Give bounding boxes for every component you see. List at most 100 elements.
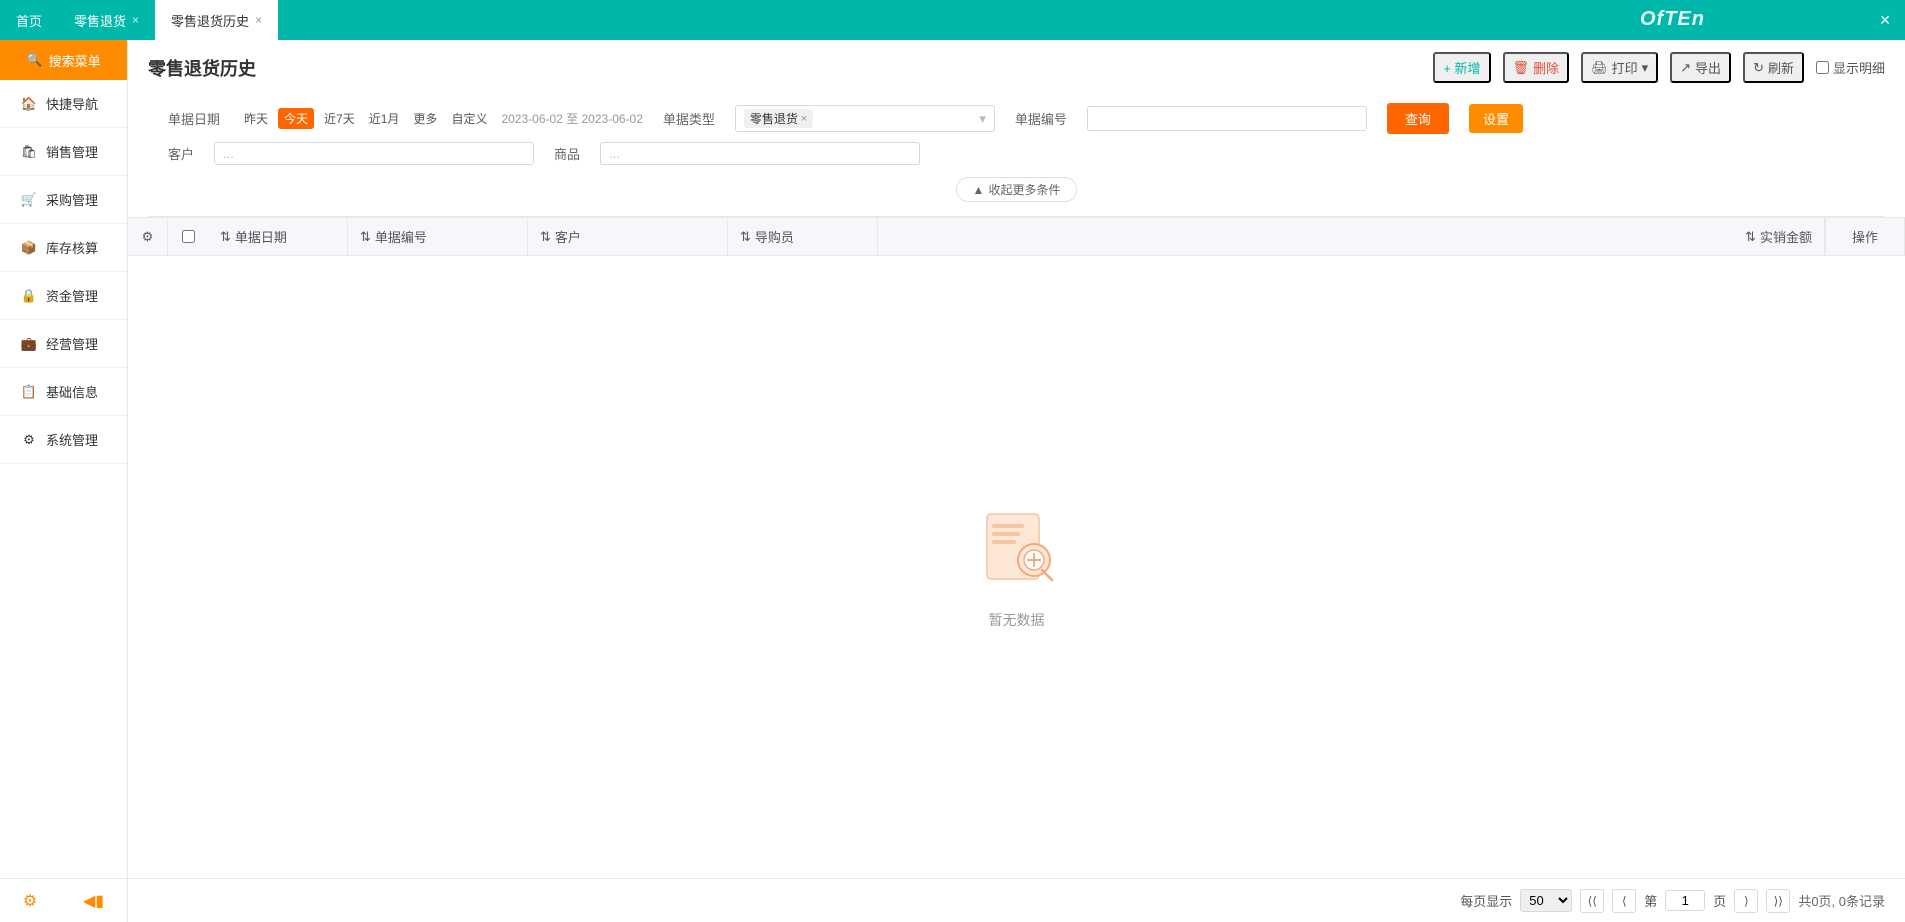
show-detail-checkbox-label[interactable]: 显示明细 [1816, 58, 1885, 77]
settings-icon: ⚙ [20, 431, 38, 449]
delete-icon: 🗑 [1513, 60, 1530, 76]
export-button[interactable]: ↗ 导出 [1670, 52, 1731, 83]
filter-area: 单据日期 昨天 今天 近7天 近1月 更多 自定义 2023-06-02 至 2… [148, 93, 1885, 217]
tab-label: 零售退货历史 [171, 11, 249, 30]
settings-button[interactable]: 设置 [1469, 104, 1523, 133]
sidebar-item-quick-nav[interactable]: 🏠 快捷导航 [0, 80, 127, 128]
page-title: 零售退货历史 [148, 55, 256, 81]
goods-placeholder: ... [609, 146, 620, 161]
sidebar-item-purchase-mgmt[interactable]: 🛒 采购管理 [0, 176, 127, 224]
sidebar-item-label: 采购管理 [46, 190, 98, 209]
page-number-input[interactable] [1665, 890, 1705, 911]
sidebar-item-system[interactable]: ⚙ 系统管理 [0, 416, 127, 464]
voucher-type-tag: 零售退货 × [744, 109, 813, 128]
window-close-button[interactable]: × [1865, 0, 1905, 40]
th-num-sort-icon: ⇅ [360, 229, 371, 245]
next-page-button[interactable]: ⟩ [1734, 889, 1758, 913]
sidebar-item-label: 销售管理 [46, 142, 98, 161]
date-filter-group: 昨天 今天 近7天 近1月 更多 自定义 2023-06-02 至 2023-0… [240, 108, 643, 129]
date-btn-7days[interactable]: 近7天 [320, 108, 359, 129]
date-filter-label: 单据日期 [168, 109, 220, 128]
export-icon: ↗ [1680, 60, 1691, 76]
home-icon: 🏠 [20, 95, 38, 113]
date-range-display: 2023-06-02 至 2023-06-02 [501, 110, 642, 127]
collapse-button[interactable]: ▲ 收起更多条件 [956, 177, 1078, 202]
pagination: 每页显示 10 20 50 100 ⟨⟨ ⟨ 第 页 ⟩ ⟩⟩ 共0页, 0条记… [128, 878, 1905, 922]
th-number[interactable]: ⇅ 单据编号 [348, 218, 528, 255]
collapse-arrow-icon: ▲ [973, 183, 985, 197]
th-amount[interactable]: ⇅ 实销金额 [878, 218, 1825, 255]
sidebar-menu: 🏠 快捷导航 🛍 销售管理 🛒 采购管理 📦 库存核算 🔒 资金管理 💼 经营管… [0, 80, 127, 878]
sidebar-item-label: 资金管理 [46, 286, 98, 305]
sidebar-item-finance[interactable]: 🔒 资金管理 [0, 272, 127, 320]
customer-select[interactable]: ... [214, 142, 534, 165]
collapse-label: 收起更多条件 [988, 181, 1060, 198]
voucher-type-tag-close[interactable]: × [801, 113, 807, 125]
th-customer-sort-icon: ⇅ [540, 229, 551, 245]
th-amount-sort-icon: ⇅ [1745, 229, 1756, 245]
sidebar-bottom: ⚙ ◀▮ [0, 878, 127, 922]
empty-illustration [972, 504, 1062, 594]
sidebar-item-label: 经营管理 [46, 334, 98, 353]
column-settings-icon: ⚙ [142, 229, 154, 245]
date-btn-1month[interactable]: 近1月 [365, 108, 404, 129]
last-page-button[interactable]: ⟩⟩ [1766, 889, 1790, 913]
cart-icon: 🛒 [20, 191, 38, 209]
tab-retail-return[interactable]: 零售退货× [58, 0, 155, 40]
th-settings[interactable]: ⚙ [128, 218, 168, 255]
th-operation: 操作 [1825, 218, 1905, 255]
content-area: 零售退货历史 + 新增 🗑 删除 🖨 打印 ▾ ↗ 导出 [128, 40, 1905, 922]
th-guide-sort-icon: ⇅ [740, 229, 751, 245]
query-button[interactable]: 查询 [1387, 103, 1449, 134]
date-btn-more[interactable]: 更多 [409, 108, 441, 129]
voucher-number-input[interactable] [1087, 106, 1367, 131]
date-btn-custom[interactable]: 自定义 [447, 108, 491, 129]
th-checkbox[interactable] [168, 218, 208, 255]
lock-icon: 🔒 [20, 287, 38, 305]
date-btn-today[interactable]: 今天 [278, 108, 314, 129]
collapse-row: ▲ 收起更多条件 [168, 173, 1865, 206]
settings-icon[interactable]: ⚙ [23, 891, 37, 911]
sidebar-item-label: 基础信息 [46, 382, 98, 401]
show-detail-checkbox[interactable] [1816, 61, 1829, 74]
per-page-select[interactable]: 10 20 50 100 [1520, 889, 1572, 912]
sidebar-item-operations[interactable]: 💼 经营管理 [0, 320, 127, 368]
table-header: ⚙ ⇅ 单据日期 ⇅ 单据编号 ⇅ 客户 ⇅ [128, 218, 1905, 256]
customer-label: 客户 [168, 144, 194, 163]
th-date[interactable]: ⇅ 单据日期 [208, 218, 348, 255]
tab-retail-return-history[interactable]: 零售退货历史 × [155, 0, 278, 40]
tab-label: 首页 [16, 11, 42, 30]
page-label: 第 [1644, 891, 1657, 910]
sidebar-item-sales-mgmt[interactable]: 🛍 销售管理 [0, 128, 127, 176]
th-guide[interactable]: ⇅ 导购员 [728, 218, 878, 255]
audio-icon[interactable]: ◀▮ [83, 891, 104, 911]
delete-button[interactable]: 🗑 删除 [1503, 52, 1570, 83]
sidebar-item-inventory[interactable]: 📦 库存核算 [0, 224, 127, 272]
per-page-label: 每页显示 [1460, 891, 1512, 910]
refresh-button[interactable]: ↻ 刷新 [1743, 52, 1804, 83]
tab-close-retail-return-history[interactable]: × [255, 13, 262, 27]
top-bar: 首页零售退货×零售退货历史× OfTEn × [0, 0, 1905, 40]
tab-home[interactable]: 首页 [0, 0, 58, 40]
main-layout: 🔍 搜索菜单 🏠 快捷导航 🛍 销售管理 🛒 采购管理 📦 库存核算 🔒 资金管… [0, 40, 1905, 922]
select-all-checkbox[interactable] [182, 230, 195, 243]
new-button[interactable]: + 新增 [1433, 52, 1490, 83]
sidebar-item-basic-info[interactable]: 📋 基础信息 [0, 368, 127, 416]
filter-row-1: 单据日期 昨天 今天 近7天 近1月 更多 自定义 2023-06-02 至 2… [168, 103, 1865, 134]
voucher-type-label: 单据类型 [663, 109, 715, 128]
first-page-button[interactable]: ⟨⟨ [1580, 889, 1604, 913]
sidebar-item-label: 快捷导航 [46, 94, 98, 113]
table-icon: 📋 [20, 383, 38, 401]
warehouse-icon: 📦 [20, 239, 38, 257]
print-button[interactable]: 🖨 打印 ▾ [1581, 52, 1658, 83]
empty-state: 暂无数据 [128, 256, 1905, 878]
voucher-type-select[interactable]: 零售退货 × ▾ [735, 105, 995, 132]
sidebar-search-label: 搜索菜单 [49, 51, 101, 70]
goods-select[interactable]: ... [600, 142, 920, 165]
prev-page-button[interactable]: ⟨ [1612, 889, 1636, 913]
date-btn-yesterday[interactable]: 昨天 [240, 108, 272, 129]
tab-close-retail-return[interactable]: × [132, 13, 139, 27]
sidebar-search-button[interactable]: 🔍 搜索菜单 [0, 40, 127, 80]
th-customer[interactable]: ⇅ 客户 [528, 218, 728, 255]
show-detail-label: 显示明细 [1833, 58, 1885, 77]
